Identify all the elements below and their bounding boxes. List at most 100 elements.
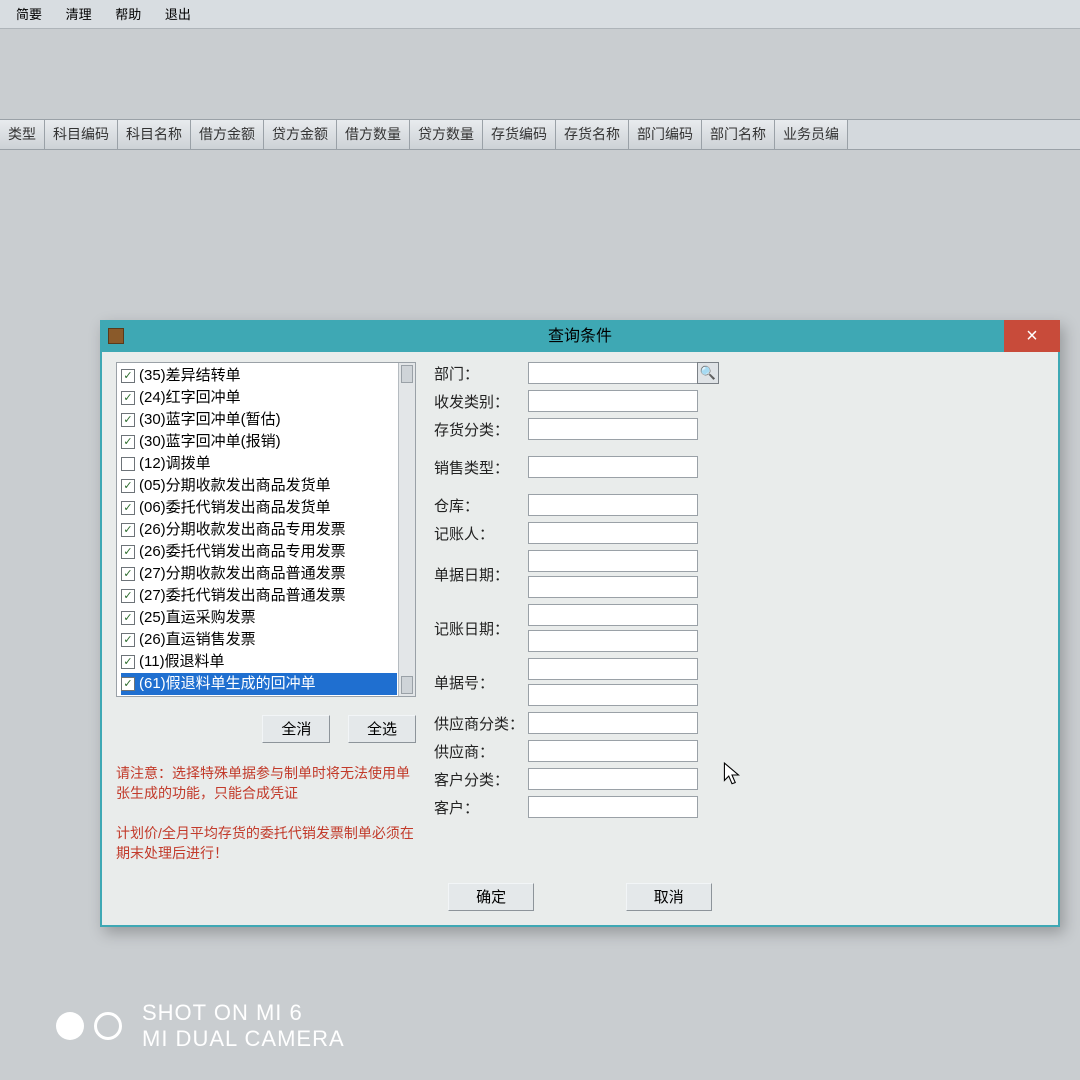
checklist-item[interactable]: (25)直运采购发票	[121, 607, 397, 629]
checkbox[interactable]	[121, 589, 135, 603]
checkbox[interactable]	[121, 567, 135, 581]
booker-input[interactable]	[528, 522, 698, 544]
dept-label: 部门：	[434, 363, 528, 384]
column-header[interactable]: 存货编码	[483, 120, 556, 149]
close-button[interactable]: ×	[1004, 320, 1060, 352]
inv-cat-label: 存货分类：	[434, 419, 528, 440]
column-header[interactable]: 科目编码	[45, 120, 118, 149]
checkbox[interactable]	[121, 633, 135, 647]
checklist-item-label: (25)直运采购发票	[139, 607, 256, 629]
column-header[interactable]: 部门编码	[629, 120, 702, 149]
vendor-cat-label: 供应商分类：	[434, 713, 528, 734]
cust-label: 客户：	[434, 797, 528, 818]
doc-no-to-input[interactable]	[528, 684, 698, 706]
checklist-item[interactable]: (12)调拨单	[121, 453, 397, 475]
checkbox[interactable]	[121, 479, 135, 493]
warehouse-input[interactable]	[528, 494, 698, 516]
checklist-item[interactable]: (30)蓝字回冲单(暂估)	[121, 409, 397, 431]
checklist-item[interactable]: (11)假退料单	[121, 651, 397, 673]
checklist-item[interactable]: (06)委托代销发出商品发货单	[121, 497, 397, 519]
checkbox[interactable]	[121, 369, 135, 383]
checkbox[interactable]	[121, 523, 135, 537]
cust-cat-label: 客户分类：	[434, 769, 528, 790]
checklist-item-label: (61)假退料单生成的回冲单	[139, 673, 316, 695]
menu-item[interactable]: 退出	[155, 2, 201, 25]
scroll-up-icon[interactable]	[401, 365, 413, 383]
doc-date-to-input[interactable]	[528, 576, 698, 598]
main-menubar: 简要 清理 帮助 退出	[0, 0, 1080, 29]
sale-type-input[interactable]	[528, 456, 698, 478]
checkbox[interactable]	[121, 655, 135, 669]
checklist-item[interactable]: (26)直运销售发票	[121, 629, 397, 651]
checkbox[interactable]	[121, 435, 135, 449]
io-type-input[interactable]	[528, 390, 698, 412]
deselect-all-button[interactable]: 全消	[262, 715, 330, 743]
book-date-to-input[interactable]	[528, 630, 698, 652]
scrollbar[interactable]	[398, 363, 415, 696]
column-header[interactable]: 借方金额	[191, 120, 264, 149]
checklist-item[interactable]: (05)分期收款发出商品发货单	[121, 475, 397, 497]
doc-type-checklist[interactable]: (35)差异结转单(24)红字回冲单(30)蓝字回冲单(暂估)(30)蓝字回冲单…	[116, 362, 416, 697]
checkbox[interactable]	[121, 545, 135, 559]
cancel-button[interactable]: 取消	[626, 883, 712, 911]
warehouse-label: 仓库：	[434, 495, 528, 516]
checklist-item[interactable]: (35)差异结转单	[121, 365, 397, 387]
column-header[interactable]: 贷方金额	[264, 120, 337, 149]
book-date-from-input[interactable]	[528, 604, 698, 626]
watermark-line2: MI DUAL CAMERA	[142, 1026, 345, 1052]
query-conditions-dialog: 查询条件 × (35)差异结转单(24)红字回冲单(30)蓝字回冲单(暂估)(3…	[100, 320, 1060, 927]
checkbox[interactable]	[121, 677, 135, 691]
dept-input[interactable]	[528, 362, 698, 384]
checkbox[interactable]	[121, 457, 135, 471]
inv-cat-input[interactable]	[528, 418, 698, 440]
checkbox[interactable]	[121, 501, 135, 515]
doc-no-from-input[interactable]	[528, 658, 698, 680]
column-header[interactable]: 科目名称	[118, 120, 191, 149]
checklist-item-label: (06)委托代销发出商品发货单	[139, 497, 331, 519]
checklist-item[interactable]: (27)委托代销发出商品普通发票	[121, 585, 397, 607]
vendor-input[interactable]	[528, 740, 698, 762]
menu-item[interactable]: 清理	[56, 2, 102, 25]
column-header[interactable]: 部门名称	[702, 120, 775, 149]
booker-label: 记账人：	[434, 523, 528, 544]
doc-no-label: 单据号：	[434, 672, 528, 693]
column-header[interactable]: 存货名称	[556, 120, 629, 149]
checklist-item-label: (26)直运销售发票	[139, 629, 256, 651]
checklist-item[interactable]: (27)分期收款发出商品普通发票	[121, 563, 397, 585]
checklist-item-label: (30)蓝字回冲单(报销)	[139, 431, 281, 453]
menu-item[interactable]: 帮助	[105, 2, 151, 25]
checklist-item-label: (12)调拨单	[139, 453, 211, 475]
column-header[interactable]: 业务员编	[775, 120, 848, 149]
column-header[interactable]: 类型	[0, 120, 45, 149]
column-header[interactable]: 贷方数量	[410, 120, 483, 149]
sale-type-label: 销售类型：	[434, 457, 528, 478]
checkbox[interactable]	[121, 611, 135, 625]
dialog-titlebar[interactable]: 查询条件 ×	[102, 322, 1058, 352]
checklist-item[interactable]: (26)委托代销发出商品专用发票	[121, 541, 397, 563]
checklist-item[interactable]: (30)蓝字回冲单(报销)	[121, 431, 397, 453]
cust-input[interactable]	[528, 796, 698, 818]
book-date-label: 记账日期：	[434, 618, 528, 639]
lookup-icon[interactable]: 🔍	[697, 362, 719, 384]
doc-date-from-input[interactable]	[528, 550, 698, 572]
dialog-title-text: 查询条件	[548, 328, 612, 345]
checklist-item-label: (26)委托代销发出商品专用发票	[139, 541, 346, 563]
vendor-cat-input[interactable]	[528, 712, 698, 734]
warning-text-2: 计划价/全月平均存货的委托代销发票制单必须在期末处理后进行！	[116, 823, 416, 863]
scroll-down-icon[interactable]	[401, 676, 413, 694]
checklist-item-label: (26)分期收款发出商品专用发票	[139, 519, 346, 541]
select-all-button[interactable]: 全选	[348, 715, 416, 743]
checklist-item[interactable]: (24)红字回冲单	[121, 387, 397, 409]
camera-watermark: SHOT ON MI 6 MI DUAL CAMERA	[56, 1000, 345, 1052]
checkbox[interactable]	[121, 413, 135, 427]
ok-button[interactable]: 确定	[448, 883, 534, 911]
checkbox[interactable]	[121, 391, 135, 405]
cust-cat-input[interactable]	[528, 768, 698, 790]
menu-item[interactable]: 简要	[6, 2, 52, 25]
checklist-item[interactable]: (61)假退料单生成的回冲单	[121, 673, 397, 695]
doc-date-label: 单据日期：	[434, 564, 528, 585]
checklist-item-label: (27)分期收款发出商品普通发票	[139, 563, 346, 585]
warning-text-1: 请注意：选择特殊单据参与制单时将无法使用单张生成的功能，只能合成凭证	[116, 763, 416, 803]
checklist-item[interactable]: (26)分期收款发出商品专用发票	[121, 519, 397, 541]
column-header[interactable]: 借方数量	[337, 120, 410, 149]
